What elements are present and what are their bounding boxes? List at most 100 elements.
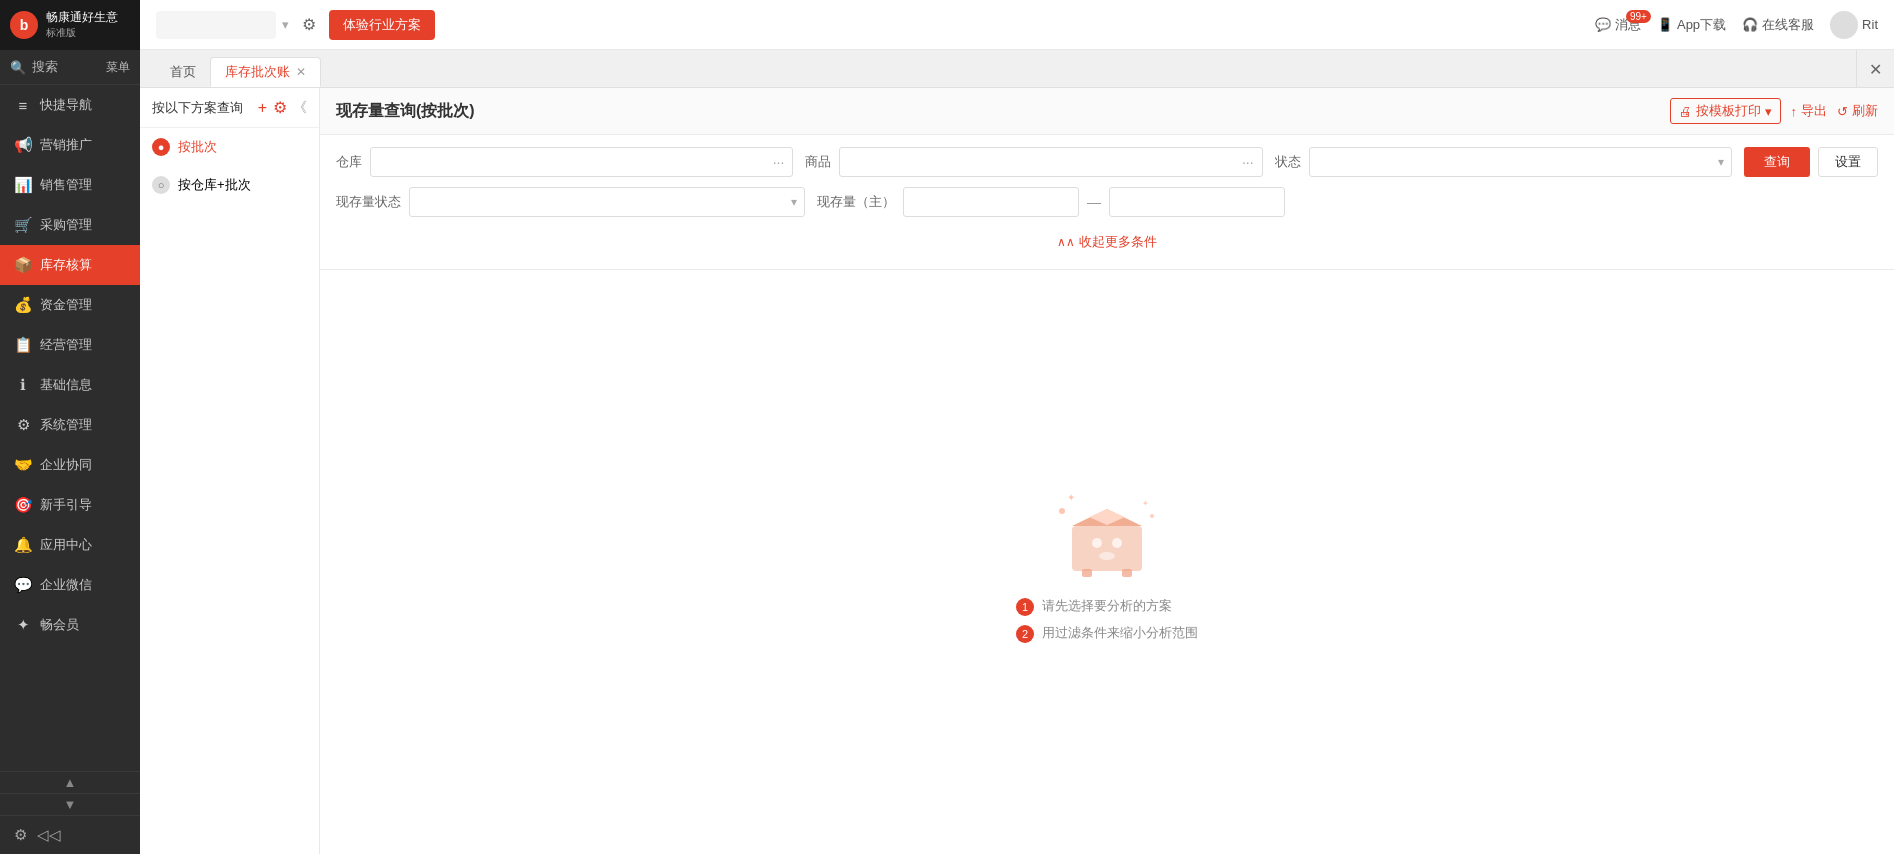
right-panel: 现存量查询(按批次) 🖨 按模板打印 ▾ ↑ 导出 ↺ 刷新 [320,88,1894,854]
refresh-icon: ↺ [1837,104,1848,119]
tab-close-btn[interactable]: ✕ [296,65,306,79]
tab-home[interactable]: 首页 [156,57,210,87]
print-chevron: ▾ [1765,104,1772,119]
app-subtitle: 标准版 [46,26,118,40]
tip-number-1: 1 [1016,598,1034,616]
collapse-more-btn[interactable]: ∧∧ 收起更多条件 [336,227,1878,257]
settings-icon[interactable]: ⚙ [14,826,27,844]
message-btn[interactable]: 💬 消息 99+ [1595,16,1641,34]
print-icon: 🖨 [1679,104,1692,119]
sidebar-search[interactable]: 🔍 搜索 菜单 [0,50,140,85]
breadcrumb: ▾ ⚙ 体验行业方案 [156,10,1585,40]
refresh-btn[interactable]: ↺ 刷新 [1837,102,1878,120]
app-title-block: 畅康通好生意 标准版 [46,10,118,40]
tip-number-2: 2 [1016,625,1034,643]
svg-text:✦: ✦ [1142,499,1149,508]
sidebar-item-members[interactable]: ✦ 畅会员 [0,605,140,645]
app-download-btn[interactable]: 📱 App下载 [1657,16,1726,34]
print-label: 按模板打印 [1696,102,1761,120]
sidebar-item-app-center[interactable]: 🔔 应用中心 [0,525,140,565]
product-input[interactable]: ··· [839,147,1262,177]
headset-icon: 🎧 [1742,17,1758,32]
quantity-dash: — [1079,194,1109,210]
sidebar-item-label: 新手引导 [40,496,92,514]
sidebar-item-basic-info[interactable]: ℹ 基础信息 [0,365,140,405]
filter-row-1: 仓库 ··· 商品 ··· 状态 [336,147,1878,177]
sidebar-item-inventory[interactable]: 📦 库存核算 [0,245,140,285]
sidebar-scroll-down[interactable]: ▼ [0,793,140,815]
svg-point-6 [1059,508,1065,514]
collapse-panel-btn[interactable]: 《 [293,99,307,117]
sidebar-item-label: 经营管理 [40,336,92,354]
sidebar-item-enterprise[interactable]: 🤝 企业协同 [0,445,140,485]
sidebar-item-newbie[interactable]: 🎯 新手引导 [0,485,140,525]
basic-info-icon: ℹ [14,376,32,394]
search-icon: 🔍 [10,60,26,75]
sidebar-item-marketing[interactable]: 📢 营销推广 [0,125,140,165]
app-logo: b [10,11,38,39]
filter-warehouse: 仓库 ··· [336,147,793,177]
filter-bar: 仓库 ··· 商品 ··· 状态 [320,135,1894,270]
sidebar-item-label: 基础信息 [40,376,92,394]
scheme-label: 按批次 [178,138,217,156]
message-icon: 💬 [1595,17,1611,32]
empty-state: ✦ ✦ 1 请先选择要分析的方案 2 用过滤条件来缩小分析范围 [320,270,1894,854]
tabbar-close-btn[interactable]: ✕ [1856,50,1894,88]
scheme-icon-inactive: ○ [152,176,170,194]
user-avatar-btn[interactable]: Rit [1830,11,1878,39]
sidebar-item-operations[interactable]: 📋 经营管理 [0,325,140,365]
app-download-label: App下载 [1677,16,1726,34]
empty-tip-2: 2 用过滤条件来缩小分析范围 [1016,624,1198,643]
collapse-label: 收起更多条件 [1079,233,1157,251]
online-service-btn[interactable]: 🎧 在线客服 [1742,16,1814,34]
topbar-gear-btn[interactable]: ⚙ [295,11,323,39]
collapse-sidebar-icon[interactable]: ◁◁ [37,826,61,844]
page-title: 现存量查询(按批次) [336,101,475,122]
scheme-item-by-warehouse-batch[interactable]: ○ 按仓库+批次 [140,166,319,204]
status-select[interactable]: 全部 有效 无效 [1309,147,1732,177]
tip-text-2: 用过滤条件来缩小分析范围 [1042,624,1198,642]
sidebar: b 畅康通好生意 标准版 🔍 搜索 菜单 ≡ 快捷导航 📢 营销推广 📊 销售管… [0,0,140,854]
empty-illustration: ✦ ✦ [1047,481,1167,581]
sidebar-item-finance[interactable]: 💰 资金管理 [0,285,140,325]
online-service-label: 在线客服 [1762,16,1814,34]
filter-settings-btn[interactable]: 设置 [1818,147,1878,177]
warehouse-input[interactable]: ··· [370,147,793,177]
sidebar-item-purchase[interactable]: 🛒 采购管理 [0,205,140,245]
svg-point-3 [1092,538,1102,548]
print-btn[interactable]: 🖨 按模板打印 ▾ [1670,98,1781,124]
breadcrumb-chevron[interactable]: ▾ [282,17,289,32]
stock-status-select[interactable] [409,187,805,217]
sidebar-item-sales[interactable]: 📊 销售管理 [0,165,140,205]
sidebar-scroll-up[interactable]: ▲ [0,771,140,793]
avatar [1830,11,1858,39]
sidebar-item-wechat[interactable]: 💬 企业微信 [0,565,140,605]
experience-btn[interactable]: 体验行业方案 [329,10,435,40]
purchase-icon: 🛒 [14,216,32,234]
radio-filled-icon: ● [158,141,165,153]
sidebar-item-label: 企业微信 [40,576,92,594]
stock-status-label: 现存量状态 [336,193,401,211]
topbar-search[interactable] [156,11,276,39]
warehouse-dots: ··· [773,154,785,170]
tab-label: 库存批次账 [225,63,290,81]
operations-icon: 📋 [14,336,32,354]
export-btn[interactable]: ↑ 导出 [1791,102,1828,120]
scheme-settings-btn[interactable]: ⚙ [273,98,287,117]
tab-inventory-batch[interactable]: 库存批次账 ✕ [210,57,321,87]
warehouse-label: 仓库 [336,153,362,171]
add-scheme-btn[interactable]: + [258,99,267,117]
sidebar-item-system[interactable]: ⚙ 系统管理 [0,405,140,445]
empty-tip-1: 1 请先选择要分析的方案 [1016,597,1198,616]
newbie-icon: 🎯 [14,496,32,514]
scheme-item-by-batch[interactable]: ● 按批次 [140,128,319,166]
stock-quantity-max[interactable] [1109,187,1285,217]
stock-quantity-min[interactable] [903,187,1079,217]
query-btn[interactable]: 查询 [1744,147,1810,177]
collapse-icon: ∧∧ [1057,235,1075,249]
export-icon: ↑ [1791,104,1798,119]
sidebar-item-quick-nav[interactable]: ≡ 快捷导航 [0,85,140,125]
finance-icon: 💰 [14,296,32,314]
main-area: ▾ ⚙ 体验行业方案 💬 消息 99+ 📱 App下载 🎧 在线客服 Rit [140,0,1894,854]
scheme-label: 按仓库+批次 [178,176,251,194]
